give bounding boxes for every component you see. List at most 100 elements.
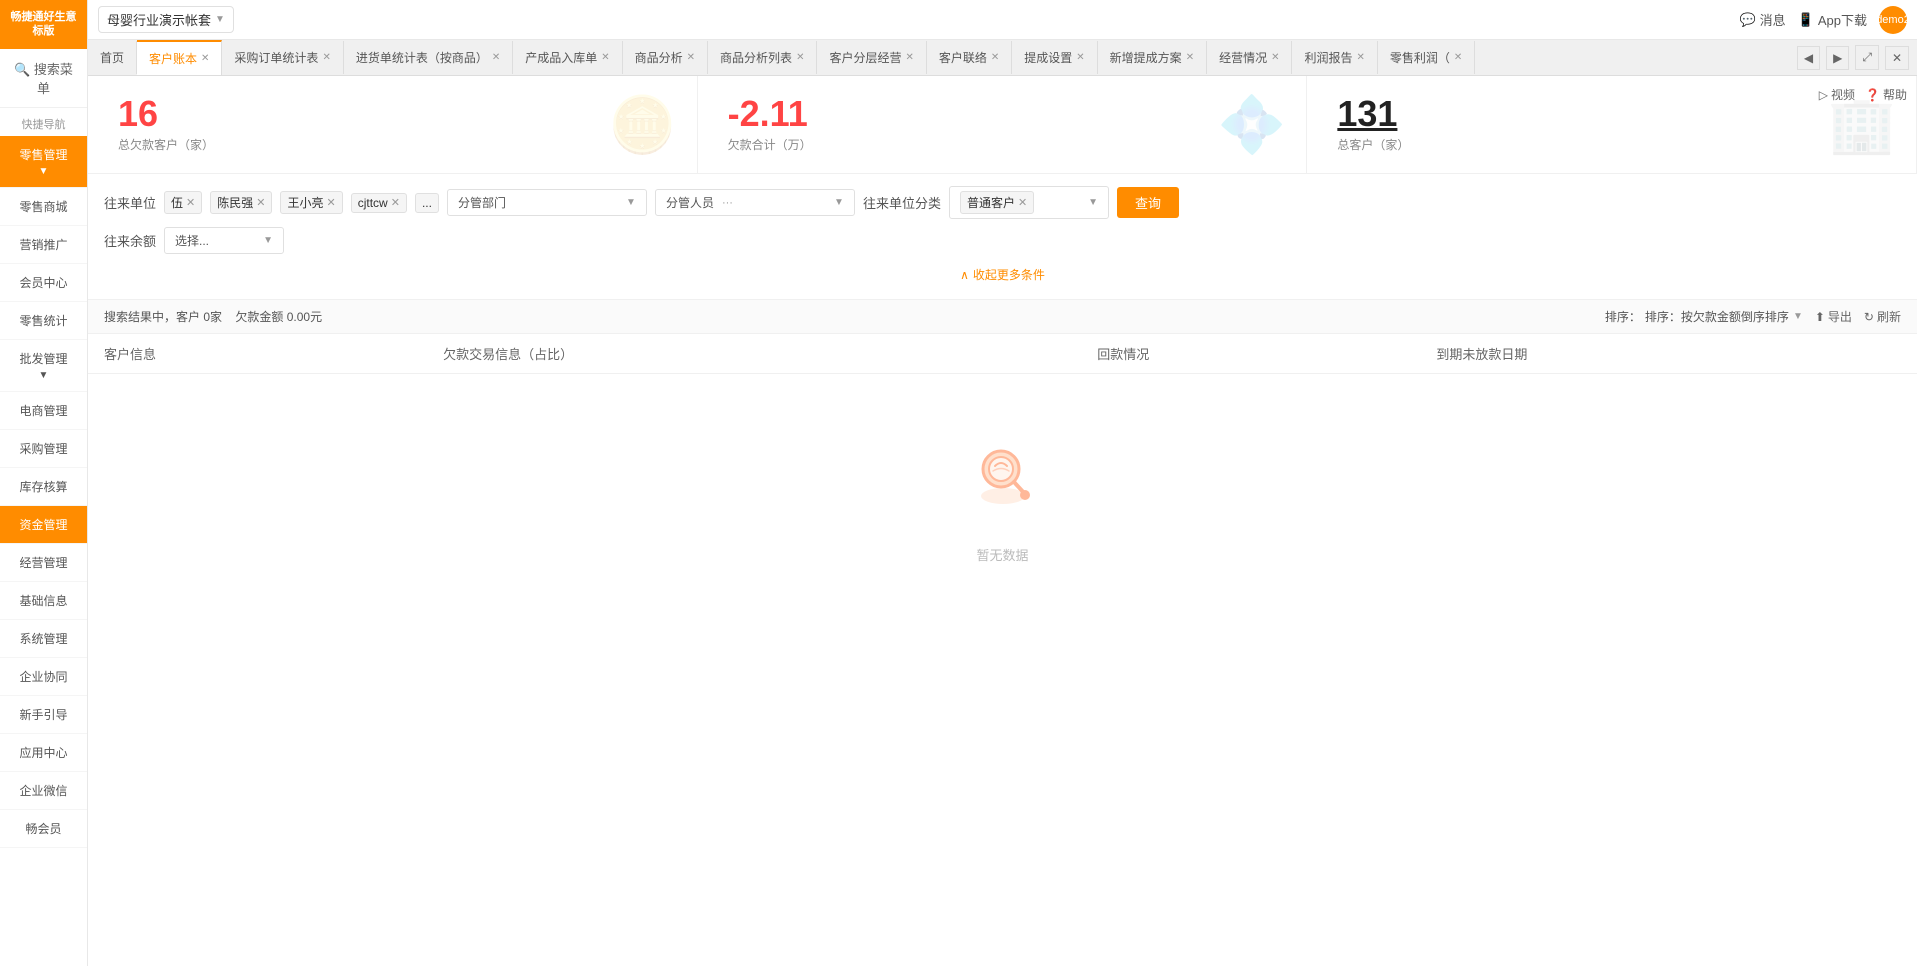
tab-close-icon[interactable]: ✕ <box>1357 52 1365 63</box>
result-info: 搜索结果中，客户 0家 欠款金额 0.00元 <box>104 308 322 325</box>
tab-customer-contact[interactable]: 客户联络 ✕ <box>927 41 1012 74</box>
filter-area: 往来单位 伍 ✕ 陈民强 ✕ 王小亮 ✕ cjttcw ✕ <box>88 174 1917 300</box>
unit-tag-wangxiaoliang[interactable]: 王小亮 ✕ <box>280 191 342 214</box>
tab-close-icon[interactable]: ✕ <box>322 52 330 63</box>
sidebar-item-label: 应用中心 <box>8 744 79 761</box>
sidebar-item-system[interactable]: 系统管理 <box>0 620 87 658</box>
sidebar-item-enterprise-wechat[interactable]: 企业微信 <box>0 772 87 810</box>
tab-purchase-order[interactable]: 采购订单统计表 ✕ <box>222 41 343 74</box>
unit-tag-chenminqiang[interactable]: 陈民强 ✕ <box>210 191 272 214</box>
unit-tag-more[interactable]: ... <box>415 193 439 213</box>
sort-selector[interactable]: 排序： 排序：按欠款金额倒序排序 ▼ <box>1605 308 1803 325</box>
header-left: 母婴行业演示帐套 ▼ <box>98 6 234 33</box>
tab-customer-ledger[interactable]: 客户账本 ✕ <box>137 40 222 75</box>
export-btn[interactable]: ⬆ 导出 <box>1815 308 1852 325</box>
sidebar-item-purchase[interactable]: 采购管理 <box>0 430 87 468</box>
person-select[interactable]: 分管人员 ··· ▼ <box>655 189 855 216</box>
tab-close-icon[interactable]: ✕ <box>991 52 999 63</box>
chevron-down-icon: ▼ <box>263 235 273 246</box>
sidebar-item-retail-mgmt[interactable]: 零售管理 ▼ <box>0 136 87 188</box>
diamond-icon: 💠 <box>1218 92 1286 157</box>
tab-commission-settings[interactable]: 提成设置 ✕ <box>1012 41 1097 74</box>
empty-icon <box>963 434 1043 533</box>
unit-tag-cjttcw[interactable]: cjttcw ✕ <box>351 193 407 213</box>
stat-debt-total: 💠 -2.11 欠款合计（万） <box>698 76 1308 173</box>
sidebar-item-finance[interactable]: 资金管理 <box>0 506 87 544</box>
query-button[interactable]: 查询 <box>1117 187 1179 218</box>
sidebar-item-label: 零售商城 <box>8 198 79 215</box>
chevron-down-icon: ▼ <box>834 197 844 208</box>
sidebar-item-wholesale[interactable]: 批发管理 ▼ <box>0 340 87 392</box>
tab-operations[interactable]: 经营情况 ✕ <box>1207 41 1292 74</box>
tab-stock-stats[interactable]: 进货单统计表（按商品） ✕ <box>344 41 513 74</box>
quick-nav[interactable]: 快捷导航 <box>0 108 87 136</box>
sidebar-item-new-guide[interactable]: 新手引导 <box>0 696 87 734</box>
tab-production-in[interactable]: 产成品入库单 ✕ <box>513 41 622 74</box>
balance-select[interactable]: 选择... ▼ <box>164 227 284 254</box>
collapse-btn[interactable]: ∧ 收起更多条件 <box>960 262 1045 287</box>
tab-close-icon[interactable]: ✕ <box>1271 52 1279 63</box>
tab-close-icon[interactable]: ✕ <box>601 52 609 63</box>
tab-new-commission[interactable]: 新增提成方案 ✕ <box>1098 41 1207 74</box>
tab-close-icon[interactable]: ✕ <box>492 52 500 63</box>
sidebar-item-ecommerce[interactable]: 电商管理 <box>0 392 87 430</box>
unit-tag-remove[interactable]: ✕ <box>391 196 400 209</box>
sidebar-search[interactable]: 🔍 搜索菜单 <box>0 49 87 108</box>
result-prefix: 搜索结果中，客户 <box>104 310 200 324</box>
tab-product-analysis[interactable]: 商品分析 ✕ <box>623 41 708 74</box>
sidebar-item-inventory[interactable]: 库存核算 <box>0 468 87 506</box>
stat-label-clients: 总客户（家） <box>1337 136 1409 153</box>
category-tag-remove[interactable]: ✕ <box>1018 196 1027 209</box>
tenant-selector[interactable]: 母婴行业演示帐套 ▼ <box>98 6 234 33</box>
sidebar-item-operations[interactable]: 经营管理 <box>0 544 87 582</box>
sidebar-item-label: 营销推广 <box>8 236 79 253</box>
sidebar-item-member[interactable]: 会员中心 <box>0 264 87 302</box>
unit-tag-wu-remove[interactable]: ✕ <box>186 196 195 209</box>
message-btn[interactable]: 💬 消息 <box>1739 10 1785 29</box>
dept-select[interactable]: 分管部门 ▼ <box>447 189 647 216</box>
stat-number-debt: -2.11 <box>728 96 808 132</box>
tab-scroll-right[interactable]: ▶ <box>1826 46 1849 70</box>
tab-close-icon[interactable]: ✕ <box>905 52 913 63</box>
tab-close-icon[interactable]: ✕ <box>1186 52 1194 63</box>
app-download-label: App下载 <box>1818 10 1867 29</box>
tab-home[interactable]: 首页 <box>88 41 137 74</box>
unit-tag-label: 陈民强 <box>217 194 253 211</box>
tab-expand[interactable]: ⤢ <box>1855 45 1879 70</box>
tab-close-icon[interactable]: ✕ <box>1076 52 1084 63</box>
sidebar-item-label: 企业微信 <box>8 782 79 799</box>
sidebar-item-label: 批发管理 <box>8 350 79 367</box>
empty-text: 暂无数据 <box>976 545 1028 564</box>
category-tag-normal[interactable]: 普通客户 ✕ <box>960 191 1034 214</box>
tab-close-icon[interactable]: ✕ <box>687 52 695 63</box>
user-name: demo2 <box>1876 14 1910 26</box>
sidebar-item-retail-mall[interactable]: 零售商城 <box>0 188 87 226</box>
tab-profit-report[interactable]: 利润报告 ✕ <box>1292 41 1377 74</box>
tab-close-all[interactable]: ✕ <box>1885 46 1909 70</box>
tab-customer-segment[interactable]: 客户分层经营 ✕ <box>817 41 926 74</box>
search-label: 搜索菜单 <box>34 62 73 96</box>
sidebar-item-marketing[interactable]: 营销推广 <box>0 226 87 264</box>
tab-close-icon[interactable]: ✕ <box>796 52 804 63</box>
help-btn[interactable]: ❓ 帮助 <box>1865 86 1907 103</box>
category-select[interactable]: 普通客户 ✕ ▼ <box>949 186 1109 219</box>
unit-tag-wu[interactable]: 伍 ✕ <box>164 191 202 214</box>
app-download-btn[interactable]: 📱 App下载 <box>1798 10 1867 29</box>
tab-product-analysis-list[interactable]: 商品分析列表 ✕ <box>708 41 817 74</box>
user-avatar[interactable]: demo2 <box>1879 6 1907 34</box>
tab-scroll-left[interactable]: ◀ <box>1797 46 1820 70</box>
refresh-btn[interactable]: ↻ 刷新 <box>1864 308 1901 325</box>
video-btn[interactable]: ▷ 视频 <box>1819 86 1855 103</box>
app-logo[interactable]: 畅捷通好生意 标版 <box>0 0 87 49</box>
sidebar-item-app-center[interactable]: 应用中心 <box>0 734 87 772</box>
tab-close-icon[interactable]: ✕ <box>1454 52 1462 63</box>
sidebar-item-basic-info[interactable]: 基础信息 <box>0 582 87 620</box>
tab-close-icon[interactable]: ✕ <box>201 53 209 64</box>
chevron-down-icon: ▼ <box>1793 311 1803 322</box>
unit-tag-remove[interactable]: ✕ <box>256 196 265 209</box>
sidebar-item-enterprise-collab[interactable]: 企业协同 <box>0 658 87 696</box>
unit-tag-remove[interactable]: ✕ <box>327 196 336 209</box>
sidebar-item-retail-stats[interactable]: 零售统计 <box>0 302 87 340</box>
sidebar-item-vip[interactable]: 畅会员 <box>0 810 87 848</box>
tab-retail-profit[interactable]: 零售利润（ ✕ <box>1378 41 1475 74</box>
